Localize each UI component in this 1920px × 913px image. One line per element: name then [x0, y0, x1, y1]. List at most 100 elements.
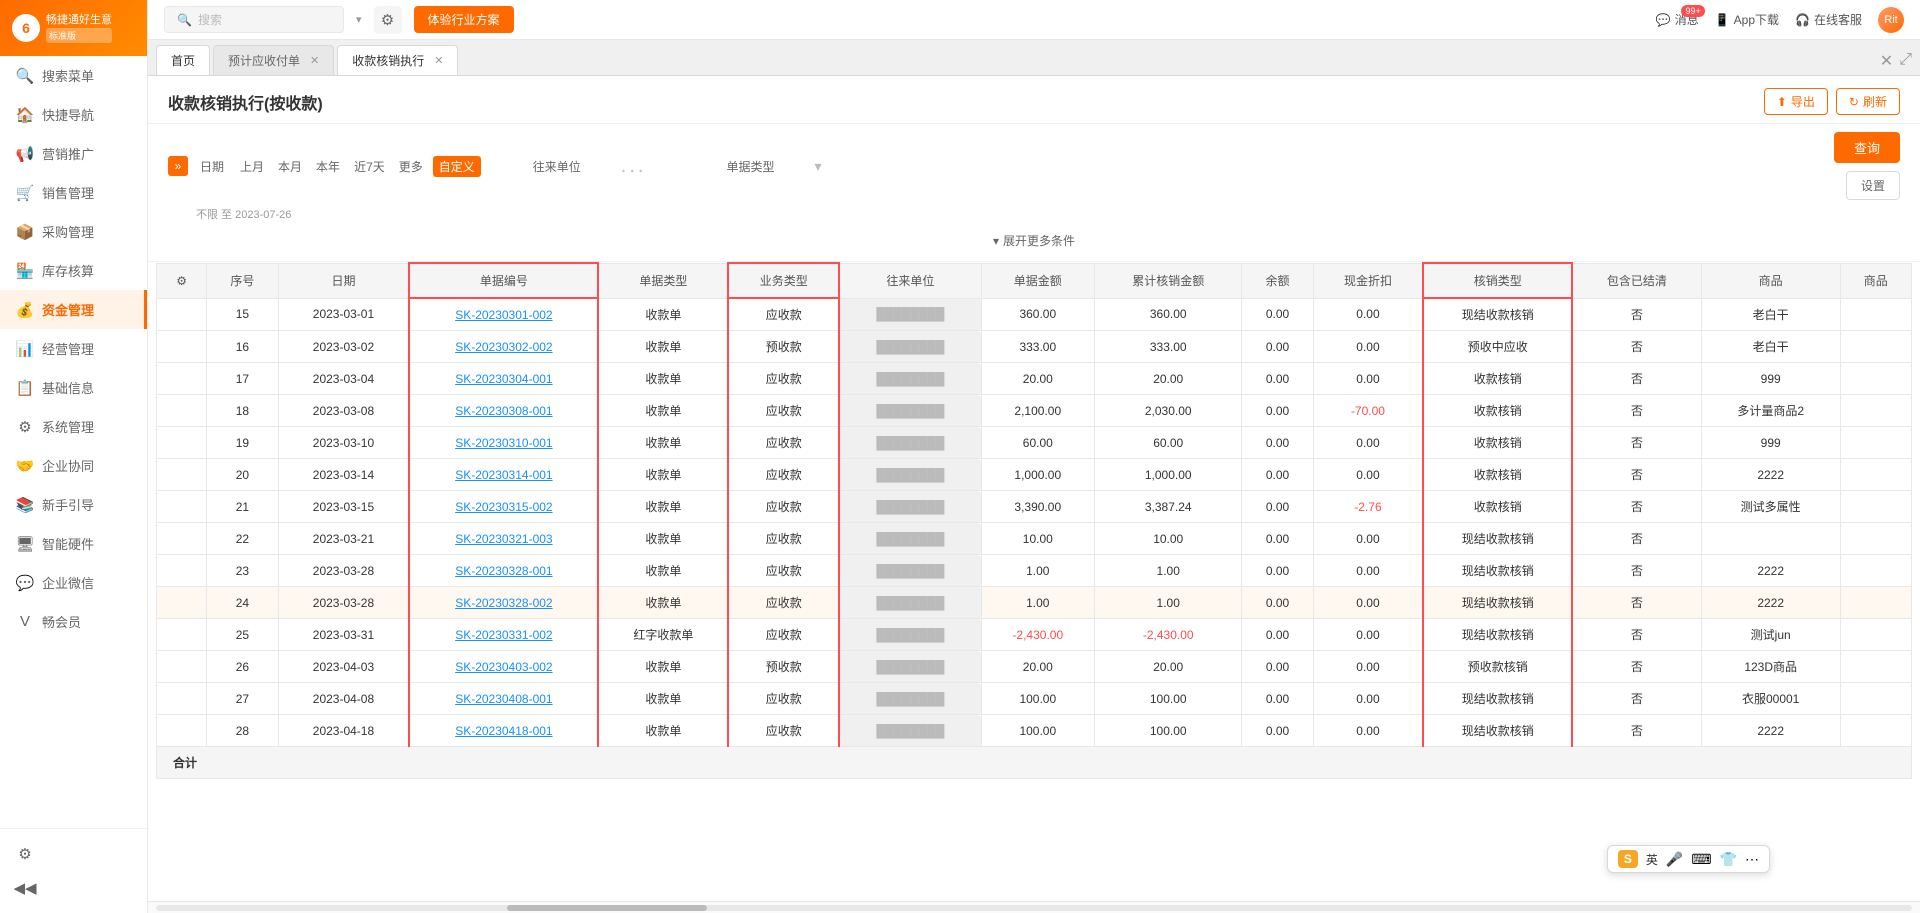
- ime-mic-icon[interactable]: 🎤: [1666, 851, 1683, 868]
- sidebar-item-operation[interactable]: 📊 经营管理: [0, 329, 147, 368]
- sidebar-item-member[interactable]: V 畅会员: [0, 602, 147, 641]
- td-doc-no[interactable]: SK-20230331-002: [409, 619, 598, 651]
- td-amount: 10.00: [981, 523, 1095, 555]
- horizontal-scrollbar[interactable]: [148, 901, 1920, 913]
- refresh-button[interactable]: ↻ 刷新: [1836, 88, 1900, 115]
- solution-button[interactable]: 体验行业方案: [414, 6, 514, 33]
- td-num: 15: [207, 298, 278, 331]
- td-amount: 20.00: [981, 651, 1095, 683]
- wechat-icon: 💬: [16, 574, 34, 592]
- td-product2: [1840, 427, 1911, 459]
- partner-dots: ...: [621, 155, 647, 178]
- td-doc-no[interactable]: SK-20230418-001: [409, 715, 598, 747]
- topbar-gear-btn[interactable]: ⚙: [374, 6, 402, 34]
- sidebar-item-inventory[interactable]: 🏪 库存核算: [0, 251, 147, 290]
- sidebar-item-hardware[interactable]: 🖥 智能硬件: [0, 524, 147, 563]
- date-btn-last-month[interactable]: 上月: [236, 156, 268, 177]
- sidebar-item-wechat[interactable]: 💬 企业微信: [0, 563, 147, 602]
- td-date: 2023-04-18: [278, 715, 409, 747]
- td-biz-type: 应收款: [728, 715, 839, 747]
- topbar-dropdown-arrow[interactable]: ▾: [356, 13, 362, 26]
- topbar-service-btn[interactable]: 🎧 在线客服: [1795, 11, 1862, 28]
- td-doc-no[interactable]: SK-20230315-002: [409, 491, 598, 523]
- topbar-message-btn[interactable]: 💬 消息 99+: [1656, 11, 1699, 28]
- td-amount: 60.00: [981, 427, 1095, 459]
- user-avatar[interactable]: Rit: [1878, 7, 1904, 33]
- setting-button[interactable]: 设置: [1846, 171, 1900, 200]
- td-doc-no[interactable]: SK-20230314-001: [409, 459, 598, 491]
- td-product: 老白干: [1701, 298, 1840, 331]
- td-include-settled: 否: [1572, 459, 1701, 491]
- sidebar-item-marketing[interactable]: 📢 营销推广: [0, 134, 147, 173]
- td-doc-no[interactable]: SK-20230408-001: [409, 683, 598, 715]
- td-balance: 0.00: [1242, 395, 1313, 427]
- th-cash-discount: 现金折扣: [1313, 263, 1423, 298]
- topbar-search[interactable]: 🔍 搜索: [164, 6, 344, 33]
- date-btn-7days[interactable]: 近7天: [350, 156, 389, 177]
- td-balance: 0.00: [1242, 587, 1313, 619]
- sidebar-item-quick[interactable]: 🏠 快捷导航: [0, 95, 147, 134]
- sidebar-item-corp[interactable]: 🤝 企业协同: [0, 446, 147, 485]
- td-writeoff-type: 现结收款核销: [1423, 715, 1572, 747]
- td-partner: ████████: [839, 363, 981, 395]
- query-button[interactable]: 查询: [1834, 132, 1900, 163]
- td-amount: 360.00: [981, 298, 1095, 331]
- td-doc-no[interactable]: SK-20230310-001: [409, 427, 598, 459]
- tab-writeoff[interactable]: 收款核销执行 ✕: [337, 45, 458, 75]
- logo-icon: 6: [12, 14, 40, 42]
- scroll-track[interactable]: [156, 905, 1912, 911]
- td-doc-no[interactable]: SK-20230403-002: [409, 651, 598, 683]
- td-doc-no[interactable]: SK-20230328-001: [409, 555, 598, 587]
- sidebar-item-search[interactable]: 🔍 搜索菜单: [0, 56, 147, 95]
- date-btn-this-year[interactable]: 本年: [312, 156, 344, 177]
- tab-close-all-btn[interactable]: ✕: [1880, 51, 1893, 71]
- date-btn-more[interactable]: 更多: [395, 156, 427, 177]
- export-button[interactable]: ⬆ 导出: [1764, 88, 1828, 115]
- th-doc-no: 单据编号: [409, 263, 598, 298]
- td-writeoff-amount: 20.00: [1095, 651, 1242, 683]
- sidebar-collapse-btn[interactable]: ◀◀: [0, 871, 147, 905]
- date-btn-this-month[interactable]: 本月: [274, 156, 306, 177]
- sidebar-item-system[interactable]: ⚙ 系统管理: [0, 407, 147, 446]
- td-num: 20: [207, 459, 278, 491]
- sidebar-item-sales[interactable]: 🛒 销售管理: [0, 173, 147, 212]
- refresh-icon: ↻: [1849, 95, 1859, 109]
- td-doc-no[interactable]: SK-20230301-002: [409, 298, 598, 331]
- tab-maximize-btn[interactable]: ⤢: [1899, 51, 1912, 71]
- td-doc-no[interactable]: SK-20230328-002: [409, 587, 598, 619]
- td-row-icon: [157, 715, 207, 747]
- scroll-thumb[interactable]: [507, 905, 707, 911]
- td-biz-type: 应收款: [728, 459, 839, 491]
- td-doc-no[interactable]: SK-20230304-001: [409, 363, 598, 395]
- td-doc-type: 收款单: [598, 459, 728, 491]
- tab-bar: 首页 预计应收付单 ✕ 收款核销执行 ✕ ✕ ⤢: [148, 40, 1920, 76]
- sidebar-item-purchase[interactable]: 📦 采购管理: [0, 212, 147, 251]
- td-biz-type: 应收款: [728, 427, 839, 459]
- tab-home[interactable]: 首页: [156, 45, 210, 75]
- phone-icon: 📱: [1715, 13, 1730, 27]
- td-doc-no[interactable]: SK-20230302-002: [409, 331, 598, 363]
- tab-prereceipt[interactable]: 预计应收付单 ✕: [213, 45, 334, 75]
- sidebar-item-guide[interactable]: 📚 新手引导: [0, 485, 147, 524]
- tab-prereceipt-close[interactable]: ✕: [310, 54, 319, 67]
- message-icon: 💬: [1656, 13, 1671, 27]
- topbar-app-btn[interactable]: 📱 App下载: [1715, 11, 1779, 28]
- td-writeoff-type: 收款核销: [1423, 395, 1572, 427]
- filter-collapse-btn[interactable]: »: [168, 156, 188, 176]
- td-doc-no[interactable]: SK-20230321-003: [409, 523, 598, 555]
- sidebar-item-basic[interactable]: 📋 基础信息: [0, 368, 147, 407]
- tab-writeoff-close[interactable]: ✕: [434, 54, 443, 67]
- td-writeoff-type: 预收款核销: [1423, 651, 1572, 683]
- expand-btn[interactable]: ▾ 展开更多条件: [168, 228, 1900, 253]
- date-btn-custom[interactable]: 自定义: [433, 156, 481, 177]
- ime-more-icon[interactable]: ⋯: [1745, 851, 1759, 868]
- th-settings[interactable]: ⚙: [157, 263, 207, 298]
- ime-keyboard-icon[interactable]: ⌨: [1691, 851, 1711, 868]
- td-doc-no[interactable]: SK-20230308-001: [409, 395, 598, 427]
- ime-tshirt-icon[interactable]: 👕: [1720, 851, 1737, 868]
- sidebar-settings-btn[interactable]: ⚙: [0, 837, 147, 871]
- sidebar-item-finance[interactable]: 💰 资金管理: [0, 290, 147, 329]
- td-num: 19: [207, 427, 278, 459]
- td-row-icon: [157, 427, 207, 459]
- td-writeoff-amount: 100.00: [1095, 683, 1242, 715]
